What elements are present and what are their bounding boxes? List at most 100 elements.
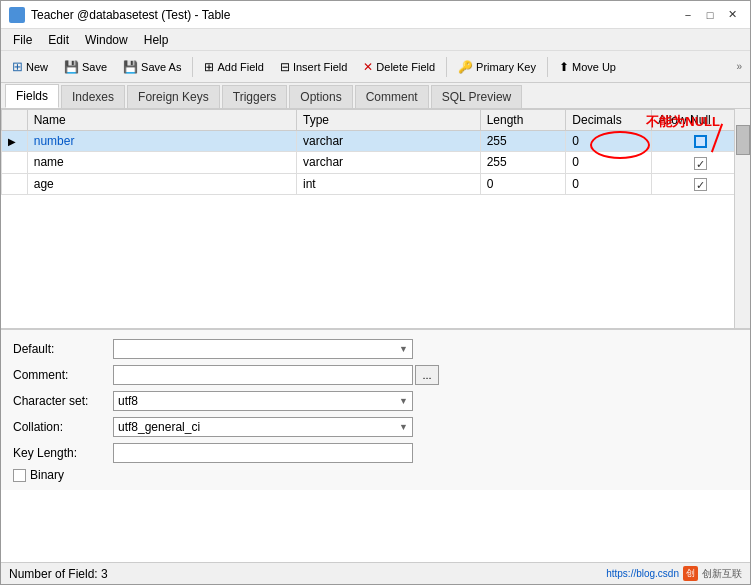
charset-dropdown-arrow: ▼ [399, 396, 408, 406]
field-name[interactable]: name [27, 152, 296, 173]
content-area: 不能为NULL Name Type Length Decimals Allow … [1, 109, 750, 562]
collation-value: utf8_general_ci [118, 420, 200, 434]
charset-label: Character set: [13, 394, 113, 408]
allownull-checkbox[interactable] [694, 157, 707, 170]
menu-file[interactable]: File [5, 31, 40, 49]
vertical-scrollbar[interactable] [734, 109, 750, 328]
keylength-label: Key Length: [13, 446, 113, 460]
col-name: Name [27, 110, 296, 131]
binary-label: Binary [30, 468, 64, 482]
comment-row: Comment: ... [13, 364, 738, 386]
maximize-button[interactable]: □ [700, 6, 720, 24]
collation-row: Collation: utf8_general_ci ▼ [13, 416, 738, 438]
table-row[interactable]: ▶ number varchar 255 0 [2, 131, 750, 152]
watermark: https://blog.csdn 创 创新互联 [606, 566, 742, 581]
row-arrow [2, 173, 28, 194]
toolbar-sep-3 [547, 57, 548, 77]
row-arrow [2, 152, 28, 173]
primarykey-icon: 🔑 [458, 60, 473, 74]
properties-panel: Default: ▼ Comment: ... Character set: u… [1, 329, 750, 490]
tab-triggers[interactable]: Triggers [222, 85, 288, 108]
toolbar: ⊞ New 💾 Save 💾 Save As ⊞ Add Field ⊟ Ins… [1, 51, 750, 83]
status-text: Number of Field: 3 [9, 567, 108, 581]
field-length: 255 [480, 131, 566, 152]
default-label: Default: [13, 342, 113, 356]
toolbar-overflow[interactable]: » [732, 59, 746, 74]
default-row: Default: ▼ [13, 338, 738, 360]
field-type: varchar [297, 152, 481, 173]
primary-key-button[interactable]: 🔑 Primary Key [451, 55, 543, 79]
delete-field-button[interactable]: ✕ Delete Field [356, 55, 442, 79]
move-up-button[interactable]: ⬆ Move Up [552, 55, 623, 79]
tab-sql-preview[interactable]: SQL Preview [431, 85, 523, 108]
app-icon [9, 7, 25, 23]
menu-window[interactable]: Window [77, 31, 136, 49]
comment-input[interactable] [113, 365, 413, 385]
allownull-checkbox[interactable] [694, 178, 707, 191]
field-decimals: 0 [566, 152, 652, 173]
menu-help[interactable]: Help [136, 31, 177, 49]
binary-row: Binary [13, 468, 738, 482]
new-icon: ⊞ [12, 59, 23, 74]
charset-dropdown[interactable]: utf8 ▼ [113, 391, 413, 411]
table-area: 不能为NULL Name Type Length Decimals Allow … [1, 109, 750, 329]
table-body: ▶ number varchar 255 0 name varchar [2, 131, 750, 195]
default-input[interactable]: ▼ [113, 339, 413, 359]
keylength-input[interactable] [113, 443, 413, 463]
field-type: varchar [297, 131, 481, 152]
addfield-icon: ⊞ [204, 60, 214, 74]
keylength-row: Key Length: [13, 442, 738, 464]
deletefield-icon: ✕ [363, 60, 373, 74]
tab-indexes[interactable]: Indexes [61, 85, 125, 108]
save-as-button[interactable]: 💾 Save As [116, 55, 188, 79]
collation-label: Collation: [13, 420, 113, 434]
field-decimals: 0 [566, 131, 652, 152]
binary-checkbox[interactable] [13, 469, 26, 482]
col-length: Length [480, 110, 566, 131]
add-field-button[interactable]: ⊞ Add Field [197, 55, 270, 79]
field-length: 0 [480, 173, 566, 194]
default-dropdown-arrow: ▼ [399, 344, 408, 354]
toolbar-sep-1 [192, 57, 193, 77]
moveup-icon: ⬆ [559, 60, 569, 74]
row-arrow: ▶ [2, 131, 28, 152]
charset-row: Character set: utf8 ▼ [13, 390, 738, 412]
col-type: Type [297, 110, 481, 131]
tab-foreign-keys[interactable]: Foreign Keys [127, 85, 220, 108]
title-bar: Teacher @databasetest (Test) - Table − □… [1, 1, 750, 29]
title-bar-controls: − □ ✕ [678, 6, 742, 24]
field-type: int [297, 173, 481, 194]
collation-dropdown-arrow: ▼ [399, 422, 408, 432]
comment-dots-button[interactable]: ... [415, 365, 439, 385]
insert-field-button[interactable]: ⊟ Insert Field [273, 55, 354, 79]
col-decimals: Decimals [566, 110, 652, 131]
table-header: Name Type Length Decimals Allow Null [2, 110, 750, 131]
field-decimals: 0 [566, 173, 652, 194]
close-button[interactable]: ✕ [722, 6, 742, 24]
comment-label: Comment: [13, 368, 113, 382]
window-title: Teacher @databasetest (Test) - Table [31, 8, 230, 22]
main-window: Teacher @databasetest (Test) - Table − □… [0, 0, 751, 585]
watermark-text: 创新互联 [702, 567, 742, 581]
new-button[interactable]: ⊞ New [5, 55, 55, 79]
menu-edit[interactable]: Edit [40, 31, 77, 49]
menu-bar: File Edit Window Help [1, 29, 750, 51]
fields-table: Name Type Length Decimals Allow Null ▶ n… [1, 109, 750, 195]
table-row[interactable]: name varchar 255 0 [2, 152, 750, 173]
allownull-checkbox[interactable] [694, 135, 707, 148]
field-name[interactable]: age [27, 173, 296, 194]
tab-options[interactable]: Options [289, 85, 352, 108]
minimize-button[interactable]: − [678, 6, 698, 24]
scrollbar-thumb[interactable] [736, 125, 750, 155]
status-link: https://blog.csdn [606, 568, 679, 579]
saveas-icon: 💾 [123, 60, 138, 74]
field-length: 255 [480, 152, 566, 173]
tab-fields[interactable]: Fields [5, 84, 59, 108]
save-button[interactable]: 💾 Save [57, 55, 114, 79]
watermark-logo: 创 [683, 566, 698, 581]
collation-dropdown[interactable]: utf8_general_ci ▼ [113, 417, 413, 437]
title-bar-left: Teacher @databasetest (Test) - Table [9, 7, 230, 23]
tab-comment[interactable]: Comment [355, 85, 429, 108]
field-name[interactable]: number [27, 131, 296, 152]
table-row[interactable]: age int 0 0 [2, 173, 750, 194]
